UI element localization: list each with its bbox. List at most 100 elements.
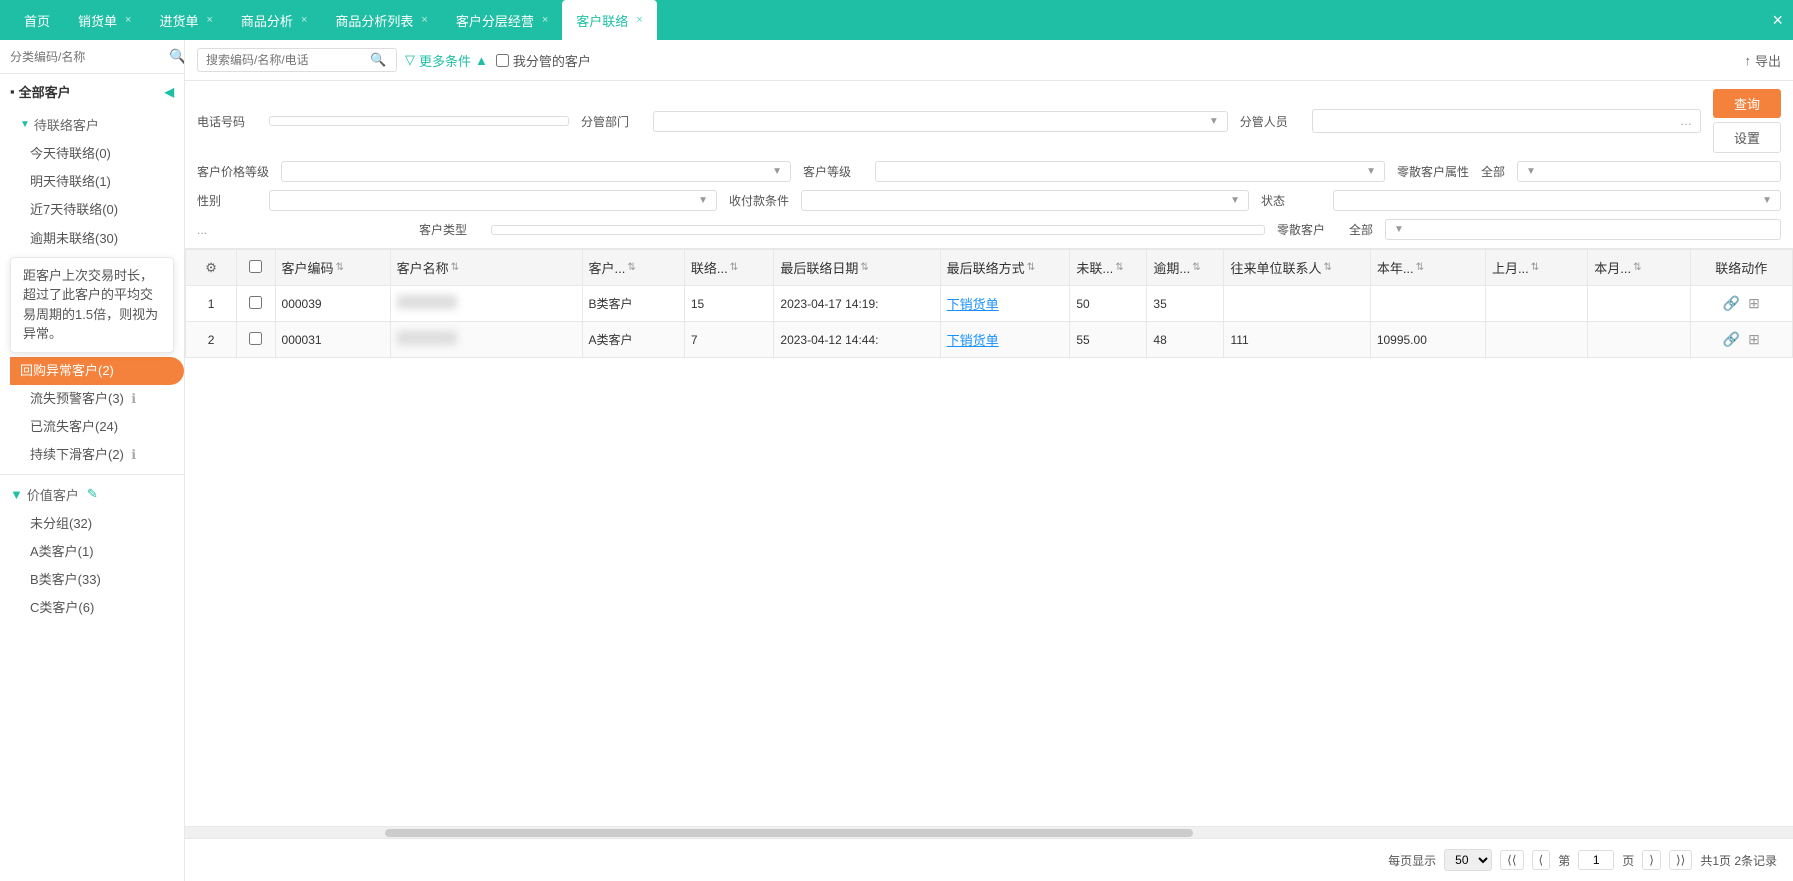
lost-risk[interactable]: 流失预警客户(3) ℹ xyxy=(0,385,184,413)
sort-icon[interactable]: ⇅ xyxy=(1531,262,1539,273)
retail-customer-select[interactable]: ▼ xyxy=(1385,219,1781,240)
search-icon: 🔍 xyxy=(370,52,386,68)
value-group-title[interactable]: ▼ 价值客户 ✎ xyxy=(0,479,184,510)
data-table: ⚙ 客户编码 ⇅ 客户名称 xyxy=(185,249,1793,358)
sort-icon[interactable]: ⇅ xyxy=(451,262,459,273)
prev-page-btn[interactable]: ⟨ xyxy=(1532,850,1551,870)
col-header-class: 客户... xyxy=(589,258,626,277)
search-input[interactable] xyxy=(206,53,366,67)
customer-type-select[interactable] xyxy=(491,225,1265,235)
manager-select[interactable]: … xyxy=(1312,109,1701,133)
sort-icon[interactable]: ⇅ xyxy=(860,262,868,273)
close-icon[interactable]: × xyxy=(542,14,548,26)
chevron-down-icon: ▼ xyxy=(1209,116,1219,127)
more-filter-btn[interactable]: ▽ 更多条件 ▲ xyxy=(405,51,488,70)
edit-icon[interactable]: ✎ xyxy=(87,486,98,502)
page-unit: 页 xyxy=(1622,852,1634,869)
pending-tomorrow[interactable]: 明天待联络(1) xyxy=(0,168,184,196)
page-input[interactable] xyxy=(1578,850,1614,870)
retail-attr-select[interactable]: ▼ xyxy=(1517,161,1781,182)
col-header-uncontact: 未联... xyxy=(1076,258,1113,277)
row-checkbox-cell[interactable] xyxy=(237,286,275,322)
sort-icon[interactable]: ⇅ xyxy=(1027,262,1035,273)
close-icon[interactable]: × xyxy=(636,14,642,26)
collapse-icon[interactable]: ◀ xyxy=(165,85,174,99)
value-c[interactable]: C类客户(6) xyxy=(0,594,184,622)
gender-select[interactable]: ▼ xyxy=(269,190,717,211)
price-level-select[interactable]: ▼ xyxy=(281,161,791,182)
link-action-icon[interactable]: 🔗 xyxy=(1723,295,1740,312)
sort-icon[interactable]: ⇅ xyxy=(1115,262,1123,273)
tab-customer-contact[interactable]: 客户联络 × xyxy=(562,0,656,40)
pagination: 每页显示 50 ⟨⟨ ⟨ 第 页 ⟩ ⟩⟩ 共1页 2条记录 xyxy=(185,838,1793,881)
pending-overdue[interactable]: 逾期未联络(30) xyxy=(0,225,184,253)
customer-level-select[interactable]: ▼ xyxy=(875,161,1385,182)
close-icon[interactable]: × xyxy=(206,14,212,26)
export-btn[interactable]: ↑ 导出 xyxy=(1744,51,1781,70)
next-page-btn[interactable]: ⟩ xyxy=(1642,850,1661,870)
sort-icon[interactable]: ⇅ xyxy=(1633,262,1641,273)
tab-sales-order[interactable]: 销货单 × xyxy=(64,0,145,40)
grid-action-icon[interactable]: ⊞ xyxy=(1748,295,1760,312)
row-last-contact-method[interactable]: 下销货单 xyxy=(940,322,1070,358)
first-page-btn[interactable]: ⟨⟨ xyxy=(1500,850,1523,870)
grid-action-icon[interactable]: ⊞ xyxy=(1748,331,1760,348)
close-icon[interactable]: × xyxy=(301,14,307,26)
sidebar-search-input[interactable] xyxy=(10,50,165,64)
pending-today[interactable]: 今天待联络(0) xyxy=(0,140,184,168)
sort-icon[interactable]: ⇅ xyxy=(1323,262,1331,273)
value-a[interactable]: A类客户(1) xyxy=(0,538,184,566)
value-b[interactable]: B类客户(33) xyxy=(0,566,184,594)
row-checkbox[interactable] xyxy=(249,296,262,309)
close-icon[interactable]: × xyxy=(421,14,427,26)
already-lost[interactable]: 已流失客户(24) xyxy=(0,413,184,441)
settings-button[interactable]: 设置 xyxy=(1713,122,1781,153)
tab-customer-layering[interactable]: 客户分层经营 × xyxy=(442,0,562,40)
my-customer-checkbox-label[interactable]: 我分管的客户 xyxy=(496,51,591,70)
close-icon[interactable]: × xyxy=(125,14,131,26)
sort-icon[interactable]: ⇅ xyxy=(627,262,635,273)
filter-area: 电话号码 分管部门 ▼ 分管人员 … 查询 设置 xyxy=(185,81,1793,249)
status-label: 状态 xyxy=(1261,192,1321,209)
search-box[interactable]: 🔍 xyxy=(197,48,397,72)
horizontal-scrollbar[interactable] xyxy=(185,826,1793,838)
sidebar: 🔍 ▪ 全部客户 ◀ ▼ 待联络客户 今天待联络(0) 明天待联络(1) 近7天… xyxy=(0,40,185,881)
dept-select[interactable]: ▼ xyxy=(653,111,1228,132)
phone-input[interactable] xyxy=(269,116,569,126)
per-page-select[interactable]: 50 xyxy=(1444,849,1492,871)
sort-icon[interactable]: ⇅ xyxy=(730,262,738,273)
select-all-checkbox[interactable] xyxy=(249,260,262,273)
row-checkbox-cell[interactable] xyxy=(237,322,275,358)
row-action[interactable]: 🔗 ⊞ xyxy=(1690,322,1792,358)
row-checkbox[interactable] xyxy=(249,332,262,345)
payment-select[interactable]: ▼ xyxy=(801,190,1249,211)
window-close-icon[interactable]: × xyxy=(1772,10,1783,31)
tab-product-analysis-list[interactable]: 商品分析列表 × xyxy=(321,0,441,40)
table-settings-icon[interactable]: ⚙ xyxy=(205,260,217,275)
tab-purchase-order[interactable]: 进货单 × xyxy=(145,0,226,40)
tab-product-analysis[interactable]: 商品分析 × xyxy=(227,0,321,40)
sort-icon[interactable]: ⇅ xyxy=(1416,262,1424,273)
query-button[interactable]: 查询 xyxy=(1713,89,1781,118)
link-action-icon[interactable]: 🔗 xyxy=(1723,331,1740,348)
row-unit-contact: 111 xyxy=(1224,322,1370,358)
chevron-down-icon: ▼ xyxy=(1366,166,1376,177)
status-select[interactable]: ▼ xyxy=(1333,190,1781,211)
pending-7days[interactable]: 近7天待联络(0) xyxy=(0,196,184,224)
row-this-month xyxy=(1588,286,1690,322)
pending-group-title[interactable]: ▼ 待联络客户 xyxy=(0,109,184,140)
tab-home[interactable]: 首页 xyxy=(10,0,64,40)
col-header-unit: 往来单位联系人 xyxy=(1230,258,1321,277)
page-label: 第 xyxy=(1558,852,1570,869)
continue-down[interactable]: 持续下滑客户(2) ℹ xyxy=(0,441,184,469)
row-last-contact-method[interactable]: 下销货单 xyxy=(940,286,1070,322)
repurchase-abnormal[interactable]: 回购异常客户(2) ℹ xyxy=(10,357,184,385)
my-customer-checkbox[interactable] xyxy=(496,54,509,67)
sort-icon[interactable]: ⇅ xyxy=(336,262,344,273)
last-page-btn[interactable]: ⟩⟩ xyxy=(1669,850,1692,870)
value-ungroup[interactable]: 未分组(32) xyxy=(0,510,184,538)
sort-icon[interactable]: ⇅ xyxy=(1192,262,1200,273)
all-customers-header[interactable]: ▪ 全部客户 ◀ xyxy=(0,74,184,109)
row-name xyxy=(390,286,582,322)
row-action[interactable]: 🔗 ⊞ xyxy=(1690,286,1792,322)
